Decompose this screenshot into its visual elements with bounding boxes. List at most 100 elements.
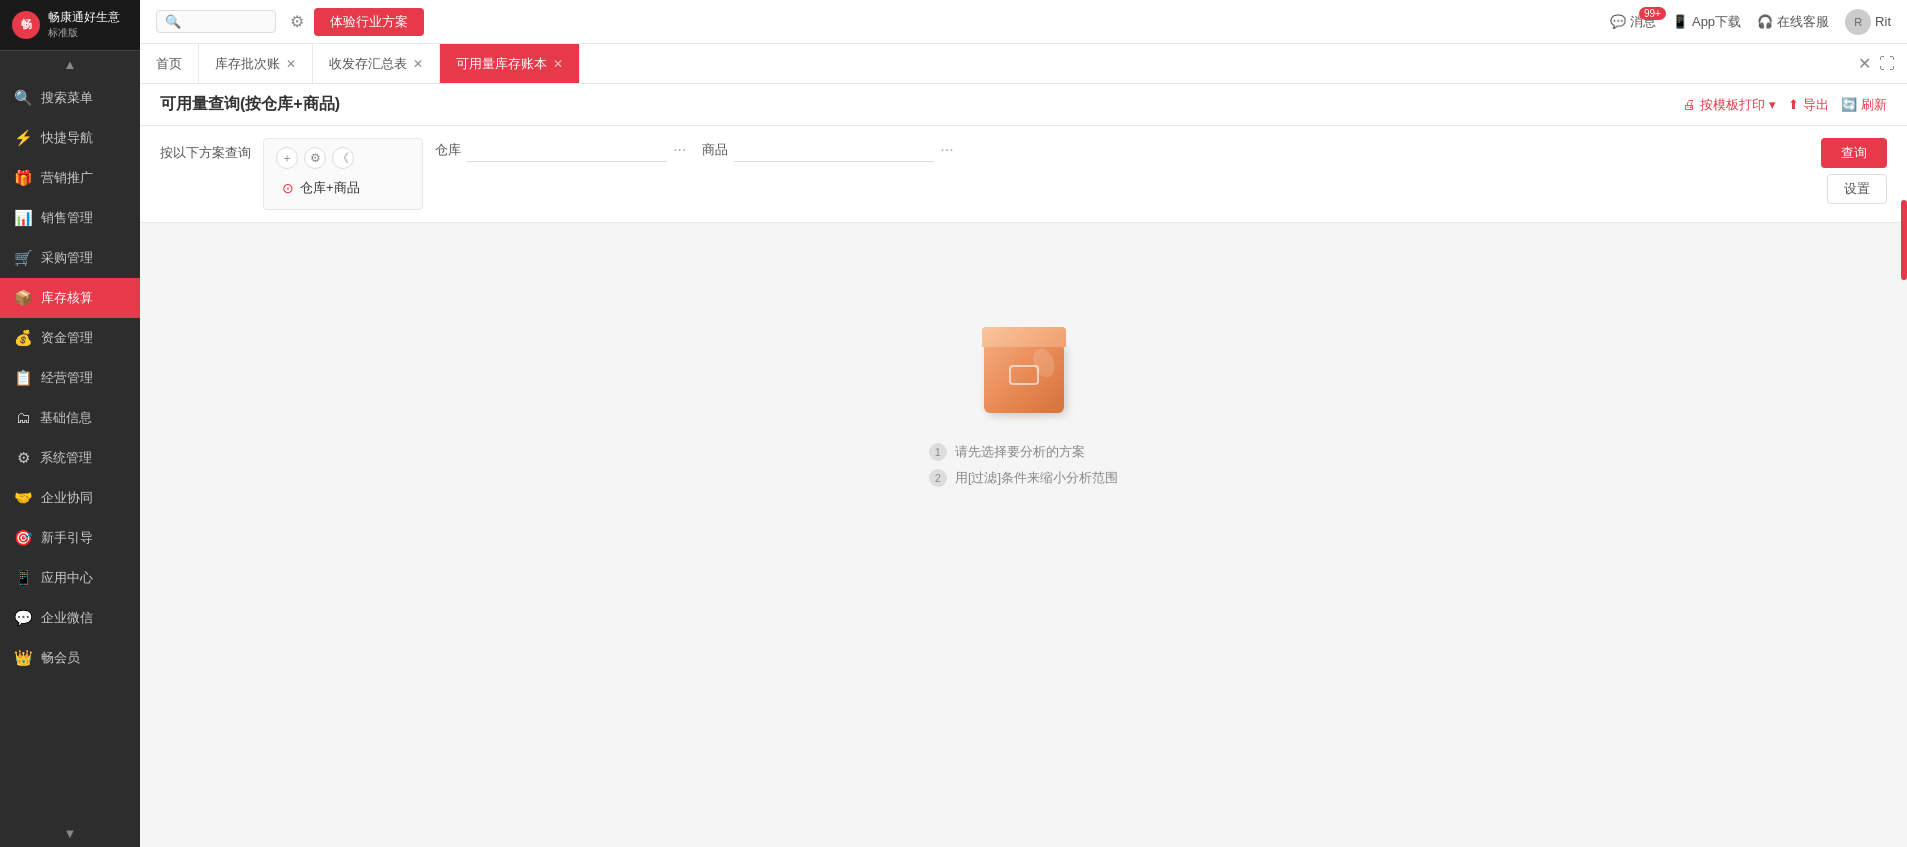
sidebar-item-enterprise[interactable]: 🤝企业协同 xyxy=(0,478,140,518)
refresh-icon: 🔄 xyxy=(1841,97,1857,112)
sidebar-label-app-center: 应用中心 xyxy=(41,569,93,587)
window-controls: ✕ ⛶ xyxy=(1846,54,1907,73)
print-template-button[interactable]: 🖨 按模板打印 ▾ xyxy=(1683,96,1776,114)
sidebar-item-operation[interactable]: 📋经营管理 xyxy=(0,358,140,398)
sidebar-icon-member: 👑 xyxy=(14,649,33,667)
empty-illustration xyxy=(964,303,1084,423)
sidebar-label-quick-nav: 快捷导航 xyxy=(41,129,93,147)
maximize-window-button[interactable]: ⛶ xyxy=(1879,55,1895,73)
tab-batch-ledger[interactable]: 库存批次账 ✕ xyxy=(199,44,313,83)
sidebar-label-finance: 资金管理 xyxy=(41,329,93,347)
sidebar-item-wechat[interactable]: 💬企业微信 xyxy=(0,598,140,638)
app-logo: 畅 xyxy=(12,11,40,39)
sidebar-item-basic-info[interactable]: 🗂基础信息 xyxy=(0,398,140,438)
sidebar-icon-system: ⚙ xyxy=(14,449,32,467)
avatar: R xyxy=(1845,9,1871,35)
topbar-search-box[interactable]: 🔍 xyxy=(156,10,276,33)
empty-tip-1: 1 请先选择要分析的方案 xyxy=(929,443,1118,461)
empty-tip-2: 2 用[过滤]条件来缩小分析范围 xyxy=(929,469,1118,487)
online-service-button[interactable]: 🎧 在线客服 xyxy=(1757,13,1829,31)
sidebar-nav: 🔍搜索菜单⚡快捷导航 🎁 营销推广 📊销售管理 🛒 采购管理 📦库存核算💰资金管理📋经营管理… xyxy=(0,78,140,820)
export-button[interactable]: ⬆ 导出 xyxy=(1788,96,1829,114)
tab-close-batch-ledger[interactable]: ✕ xyxy=(286,57,296,71)
sidebar-icon-purchase: 🛒 xyxy=(14,249,33,267)
scheme-item-label: 仓库+商品 xyxy=(300,179,360,197)
sidebar-item-app-center[interactable]: 📱应用中心 xyxy=(0,558,140,598)
tab-label-available-ledger: 可用量库存账本 xyxy=(456,55,547,73)
sidebar-label-purchase: 采购管理 xyxy=(41,249,93,267)
page-title-actions: 🖨 按模板打印 ▾ ⬆ 导出 🔄 刷新 xyxy=(1683,96,1887,114)
sidebar-item-guide[interactable]: 🎯新手引导 xyxy=(0,518,140,558)
sidebar-label-wechat: 企业微信 xyxy=(41,609,93,627)
product-input[interactable] xyxy=(734,138,934,162)
sidebar-label-basic-info: 基础信息 xyxy=(40,409,92,427)
tab-label-home: 首页 xyxy=(156,55,182,73)
collapse-scheme-button[interactable]: 《 xyxy=(332,147,354,169)
add-scheme-button[interactable]: ＋ xyxy=(276,147,298,169)
right-scrollbar[interactable] xyxy=(1901,200,1907,280)
sidebar-scroll-up[interactable]: ▲ xyxy=(0,51,140,78)
export-icon: ⬆ xyxy=(1788,97,1799,112)
query-button[interactable]: 查询 xyxy=(1821,138,1887,168)
sidebar-icon-marketing: 🎁 xyxy=(14,169,33,187)
warehouse-filter-field: 仓库 ··· xyxy=(435,138,686,162)
sidebar-item-quick-nav[interactable]: ⚡快捷导航 xyxy=(0,118,140,158)
sidebar-label-marketing: 营销推广 xyxy=(41,169,93,187)
scheme-item-warehouse-product[interactable]: ⊙ 仓库+商品 xyxy=(276,175,410,201)
sidebar-item-finance[interactable]: 💰资金管理 xyxy=(0,318,140,358)
sidebar-icon-inventory: 📦 xyxy=(14,289,33,307)
sidebar-label-enterprise: 企业协同 xyxy=(41,489,93,507)
sidebar-item-system[interactable]: ⚙系统管理 xyxy=(0,438,140,478)
tab-close-available-ledger[interactable]: ✕ xyxy=(553,57,563,71)
app-download-button[interactable]: 📱 App下载 xyxy=(1672,13,1741,31)
search-icon: 🔍 xyxy=(165,14,181,29)
sidebar-item-purchase[interactable]: 🛒 采购管理 xyxy=(0,238,140,278)
product-label: 商品 xyxy=(702,141,728,159)
user-menu[interactable]: R Rit xyxy=(1845,9,1891,35)
sidebar-icon-guide: 🎯 xyxy=(14,529,33,547)
export-label: 导出 xyxy=(1803,96,1829,114)
empty-state: 1 请先选择要分析的方案 2 用[过滤]条件来缩小分析范围 xyxy=(140,223,1907,567)
tab-available-ledger[interactable]: 可用量库存账本 ✕ xyxy=(440,44,580,83)
sidebar-item-member[interactable]: 👑畅会员 xyxy=(0,638,140,678)
sidebar-item-sales[interactable]: 📊销售管理 xyxy=(0,198,140,238)
warehouse-label: 仓库 xyxy=(435,141,461,159)
chevron-down-icon[interactable]: ▾ xyxy=(1769,97,1776,112)
messages-button[interactable]: 💬 消息 99+ xyxy=(1610,13,1656,31)
warehouse-input[interactable] xyxy=(467,138,667,162)
gear-icon[interactable]: ⚙ xyxy=(290,12,304,31)
settings-scheme-button[interactable]: ⚙ xyxy=(304,147,326,169)
main-area: 🔍 ⚙ 体验行业方案 💬 消息 99+ 📱 App下载 🎧 在线客服 R Rit xyxy=(140,0,1907,847)
tabs-bar: 首页 库存批次账 ✕ 收发存汇总表 ✕ 可用量库存账本 ✕ ✕ ⛶ xyxy=(140,44,1907,84)
topbar: 🔍 ⚙ 体验行业方案 💬 消息 99+ 📱 App下载 🎧 在线客服 R Rit xyxy=(140,0,1907,44)
app-version: 标准版 xyxy=(48,26,120,40)
phone-icon: 📱 xyxy=(1672,14,1688,29)
print-label: 按模板打印 xyxy=(1700,96,1765,114)
search-input[interactable] xyxy=(187,15,267,29)
scheme-controls: ＋ ⚙ 《 xyxy=(276,147,410,169)
settings-button[interactable]: 设置 xyxy=(1827,174,1887,204)
warehouse-more-button[interactable]: ··· xyxy=(673,141,686,159)
industry-solution-button[interactable]: 体验行业方案 xyxy=(314,8,424,36)
tab-label-inventory-summary: 收发存汇总表 xyxy=(329,55,407,73)
tab-close-inventory-summary[interactable]: ✕ xyxy=(413,57,423,71)
sidebar-icon-sales: 📊 xyxy=(14,209,33,227)
filter-label: 按以下方案查询 xyxy=(160,138,251,162)
tip-num-1: 1 xyxy=(929,443,947,461)
close-window-button[interactable]: ✕ xyxy=(1858,54,1871,73)
tab-label-batch-ledger: 库存批次账 xyxy=(215,55,280,73)
refresh-button[interactable]: 🔄 刷新 xyxy=(1841,96,1887,114)
app-name: 畅康通好生意 xyxy=(48,10,120,26)
app-download-label: App下载 xyxy=(1692,13,1741,31)
sidebar-item-search[interactable]: 🔍搜索菜单 xyxy=(0,78,140,118)
message-icon: 💬 xyxy=(1610,14,1626,29)
online-service-label: 在线客服 xyxy=(1777,13,1829,31)
sidebar-scroll-down[interactable]: ▼ xyxy=(0,820,140,847)
sidebar-item-marketing[interactable]: 🎁 营销推广 xyxy=(0,158,140,198)
filter-fields: 仓库 ··· 商品 ··· xyxy=(435,138,1809,162)
tab-home[interactable]: 首页 xyxy=(140,44,199,83)
product-more-button[interactable]: ··· xyxy=(940,141,953,159)
sidebar-item-inventory[interactable]: 📦库存核算 xyxy=(0,278,140,318)
page-title-bar: 可用量查询(按仓库+商品) 🖨 按模板打印 ▾ ⬆ 导出 🔄 刷新 xyxy=(140,84,1907,126)
tab-inventory-summary[interactable]: 收发存汇总表 ✕ xyxy=(313,44,440,83)
